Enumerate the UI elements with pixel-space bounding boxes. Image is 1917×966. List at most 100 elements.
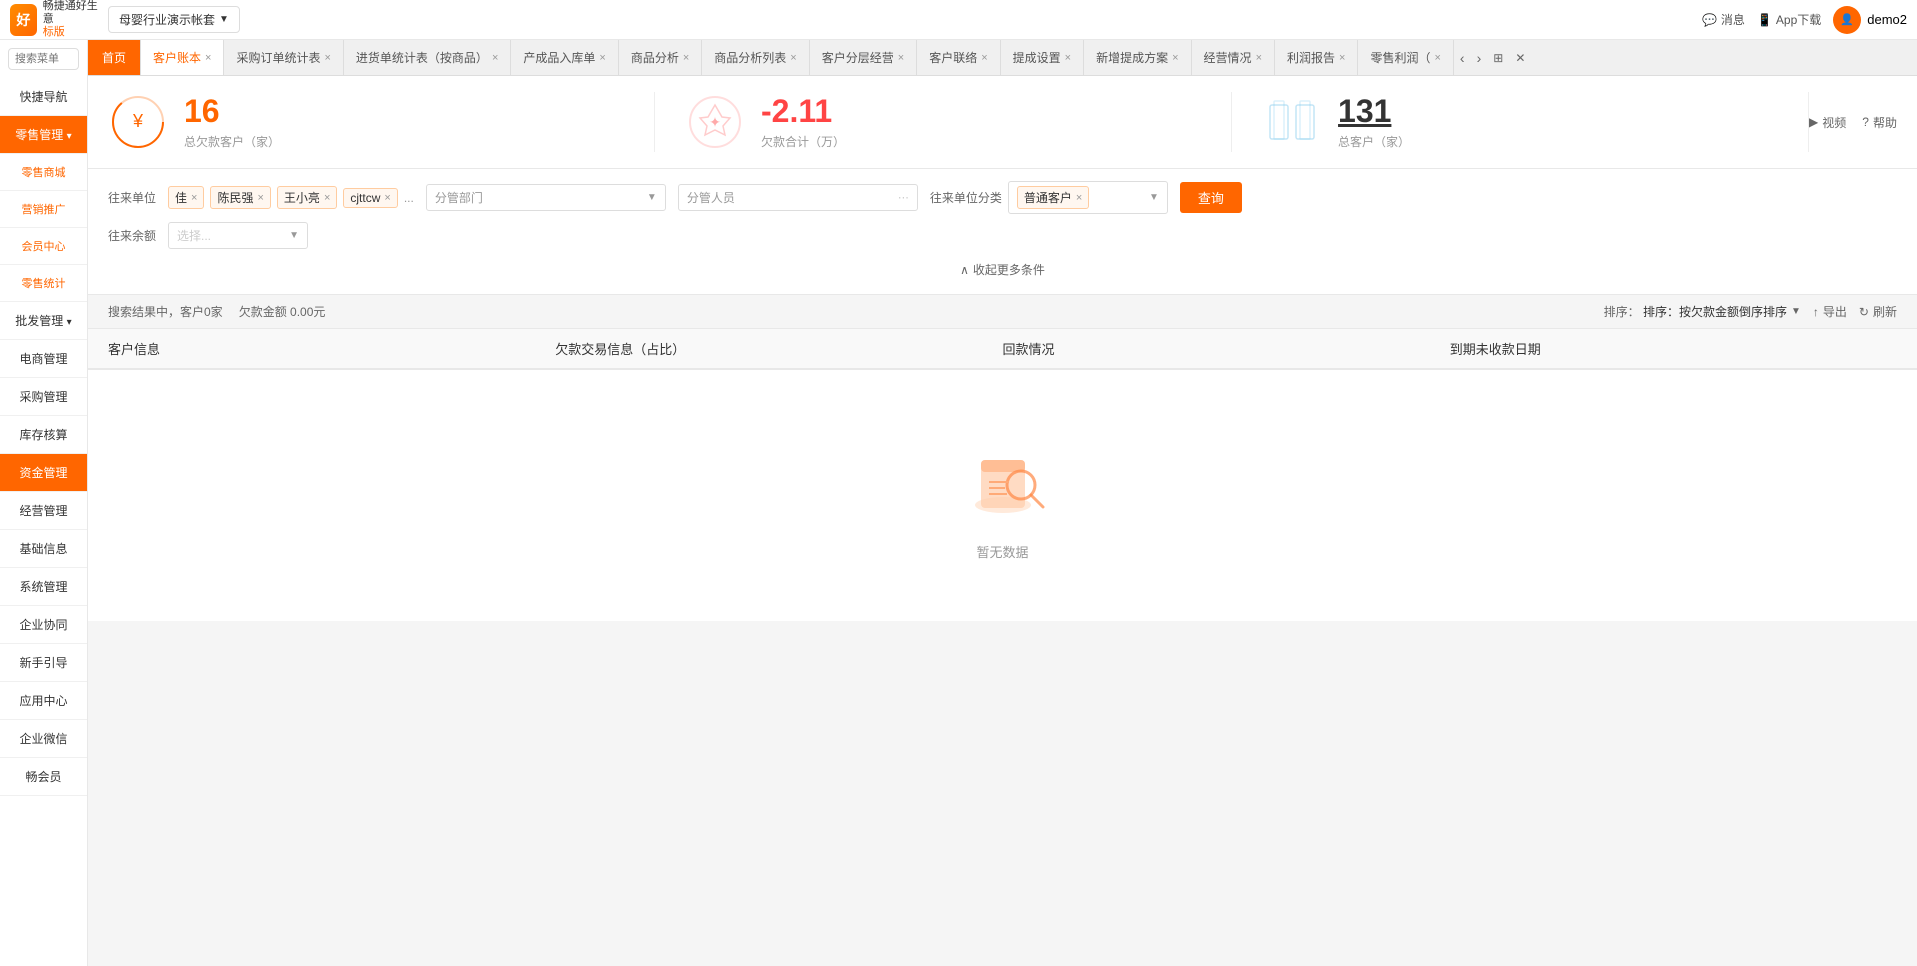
- unit-category-select[interactable]: 普通客户 × ▼: [1008, 181, 1168, 214]
- tab-close-all-btn[interactable]: ✕: [1509, 40, 1531, 76]
- tab-new-achievement[interactable]: 新增提成方案 ×: [1084, 40, 1191, 76]
- stats-bar: ¥ 16 总欠款客户（家）: [88, 76, 1917, 169]
- sidebar-item-inventory[interactable]: 库存核算: [0, 416, 87, 454]
- tab-profit-report[interactable]: 利润报告 ×: [1275, 40, 1358, 76]
- tab-business-situation[interactable]: 经营情况 ×: [1192, 40, 1275, 76]
- chevron-down-icon: ▼: [219, 14, 229, 25]
- chevron-down-icon: ▾: [67, 317, 72, 328]
- tab-expand-btn[interactable]: ⊞: [1487, 40, 1509, 76]
- close-icon[interactable]: ×: [324, 52, 330, 64]
- sidebar-item-retail-stats[interactable]: 零售统计: [0, 265, 87, 302]
- company-name: 母婴行业演示帐套: [119, 11, 215, 28]
- chevron-down-icon: ▼: [1149, 192, 1159, 203]
- balance-label: 往来余额: [108, 227, 156, 244]
- sidebar-item-wechat-biz[interactable]: 企业微信: [0, 720, 87, 758]
- tag-close-icon[interactable]: ×: [324, 192, 330, 204]
- sidebar-item-ops-mgmt[interactable]: 经营管理: [0, 492, 87, 530]
- tab-product-inbound[interactable]: 产成品入库单 ×: [511, 40, 618, 76]
- col-header-customer-info: 客户信息: [108, 339, 555, 358]
- sidebar-item-label: 零售统计: [22, 278, 66, 290]
- sidebar-item-finance[interactable]: 资金管理: [0, 454, 87, 492]
- tab-retail-profit[interactable]: 零售利润（ ×: [1358, 40, 1453, 76]
- expand-icon: ⋯: [898, 191, 909, 204]
- tab-purchase-order-stats[interactable]: 采购订单统计表 ×: [224, 40, 343, 76]
- sidebar-item-new-guide[interactable]: 新手引导: [0, 644, 87, 682]
- sidebar-item-label: 零售商城: [22, 167, 66, 179]
- tab-customer-segment[interactable]: 客户分层经营 ×: [810, 40, 917, 76]
- sidebar-item-sys-mgmt[interactable]: 系统管理: [0, 568, 87, 606]
- tag-close-icon[interactable]: ×: [1076, 192, 1082, 204]
- close-icon[interactable]: ×: [492, 52, 498, 64]
- table-header: 客户信息 欠款交易信息（占比） 回款情况 到期未收款日期: [88, 329, 1917, 370]
- tab-home[interactable]: 首页: [88, 40, 141, 76]
- sidebar-item-label: 采购管理: [19, 390, 67, 404]
- stat-info-amount: -2.11 欠款合计（万）: [761, 94, 845, 150]
- sidebar-item-quick-nav[interactable]: 快捷导航: [0, 78, 87, 116]
- close-icon[interactable]: ×: [1065, 52, 1071, 64]
- tab-product-analysis[interactable]: 商品分析 ×: [619, 40, 702, 76]
- close-icon[interactable]: ×: [898, 52, 904, 64]
- close-icon[interactable]: ×: [683, 52, 689, 64]
- tab-bar: 首页 客户账本 × 采购订单统计表 × 进货单统计表（按商品） × 产成品入库单…: [88, 40, 1917, 76]
- collapse-button[interactable]: ∧ 收起更多条件: [108, 257, 1897, 282]
- close-icon[interactable]: ×: [1256, 52, 1262, 64]
- close-icon[interactable]: ×: [790, 52, 796, 64]
- sidebar-item-retail-mall[interactable]: 零售商城: [0, 154, 87, 191]
- tag-close-icon[interactable]: ×: [384, 192, 390, 204]
- close-icon[interactable]: ×: [981, 52, 987, 64]
- sidebar-item-app-center[interactable]: 应用中心: [0, 682, 87, 720]
- close-icon[interactable]: ×: [1434, 52, 1440, 64]
- search-input[interactable]: [8, 48, 79, 70]
- stat-total-customers: 131 总客户（家）: [1232, 92, 1809, 152]
- tab-scroll-prev[interactable]: ‹: [1454, 40, 1471, 76]
- avatar: 👤: [1833, 6, 1861, 34]
- sidebar-item-vip[interactable]: 畅会员: [0, 758, 87, 796]
- refresh-button[interactable]: ↻ 刷新: [1859, 303, 1897, 320]
- tab-customer-account[interactable]: 客户账本 ×: [141, 40, 224, 76]
- close-icon[interactable]: ×: [1172, 52, 1178, 64]
- app-download-button[interactable]: 📱 App下载: [1757, 11, 1821, 28]
- filter-tags-more[interactable]: ...: [404, 191, 414, 205]
- tab-scroll-next[interactable]: ›: [1471, 40, 1488, 76]
- video-action[interactable]: ▶ 视频: [1809, 114, 1846, 131]
- close-icon[interactable]: ×: [205, 52, 211, 64]
- tab-label: 进货单统计表（按商品）: [356, 49, 488, 66]
- col-label: 客户信息: [108, 342, 160, 357]
- sidebar-item-ecommerce[interactable]: 电商管理: [0, 340, 87, 378]
- avatar-icon: 👤: [1840, 13, 1854, 26]
- close-icon[interactable]: ×: [599, 52, 605, 64]
- sidebar-item-enterprise-coop[interactable]: 企业协同: [0, 606, 87, 644]
- sort-select[interactable]: 排序：按欠款金额倒序排序 ▼: [1643, 303, 1801, 320]
- sidebar-item-member-center[interactable]: 会员中心: [0, 228, 87, 265]
- tab-label: 产成品入库单: [523, 49, 595, 66]
- tab-product-analysis-list[interactable]: 商品分析列表 ×: [702, 40, 809, 76]
- sidebar-item-purchase-mgmt[interactable]: 采购管理: [0, 378, 87, 416]
- balance-select[interactable]: 选择... ▼: [168, 222, 308, 249]
- tab-customer-contact[interactable]: 客户联络 ×: [917, 40, 1000, 76]
- tag-close-icon[interactable]: ×: [191, 192, 197, 204]
- tag-close-icon[interactable]: ×: [257, 192, 263, 204]
- tab-submit-settings[interactable]: 提成设置 ×: [1001, 40, 1084, 76]
- user-profile[interactable]: 👤 demo2: [1833, 6, 1907, 34]
- query-button[interactable]: 查询: [1180, 182, 1242, 213]
- person-select[interactable]: 分管人员 ⋯: [678, 184, 918, 211]
- video-label: 视频: [1822, 114, 1846, 131]
- help-action[interactable]: ? 帮助: [1862, 114, 1897, 131]
- filter-tag-cjttcw: cjttcw ×: [343, 188, 397, 208]
- close-icon[interactable]: ×: [1339, 52, 1345, 64]
- sidebar-item-marketing[interactable]: 营销推广: [0, 191, 87, 228]
- person-label: 分管人员: [687, 189, 735, 206]
- stat-value-customers: 16: [184, 94, 280, 129]
- sidebar-item-retail-mgmt[interactable]: 零售管理 ▾: [0, 116, 87, 154]
- dept-select[interactable]: 分管部门 ▼: [426, 184, 666, 211]
- company-selector[interactable]: 母婴行业演示帐套 ▼: [108, 6, 240, 33]
- export-button[interactable]: ↑ 导出: [1813, 303, 1847, 320]
- logo-text: 畅捷通好生意 标版: [43, 0, 98, 39]
- export-label: 导出: [1823, 303, 1847, 320]
- stat-overdue-amount: ✦ -2.11 欠款合计（万）: [655, 92, 1232, 152]
- message-button[interactable]: 💬 消息: [1702, 11, 1745, 28]
- sidebar-item-label: 电商管理: [19, 352, 67, 366]
- sidebar-item-wholesale-mgmt[interactable]: 批发管理 ▾: [0, 302, 87, 340]
- tab-purchase-stats-product[interactable]: 进货单统计表（按商品） ×: [344, 40, 511, 76]
- sidebar-item-basic-info[interactable]: 基础信息: [0, 530, 87, 568]
